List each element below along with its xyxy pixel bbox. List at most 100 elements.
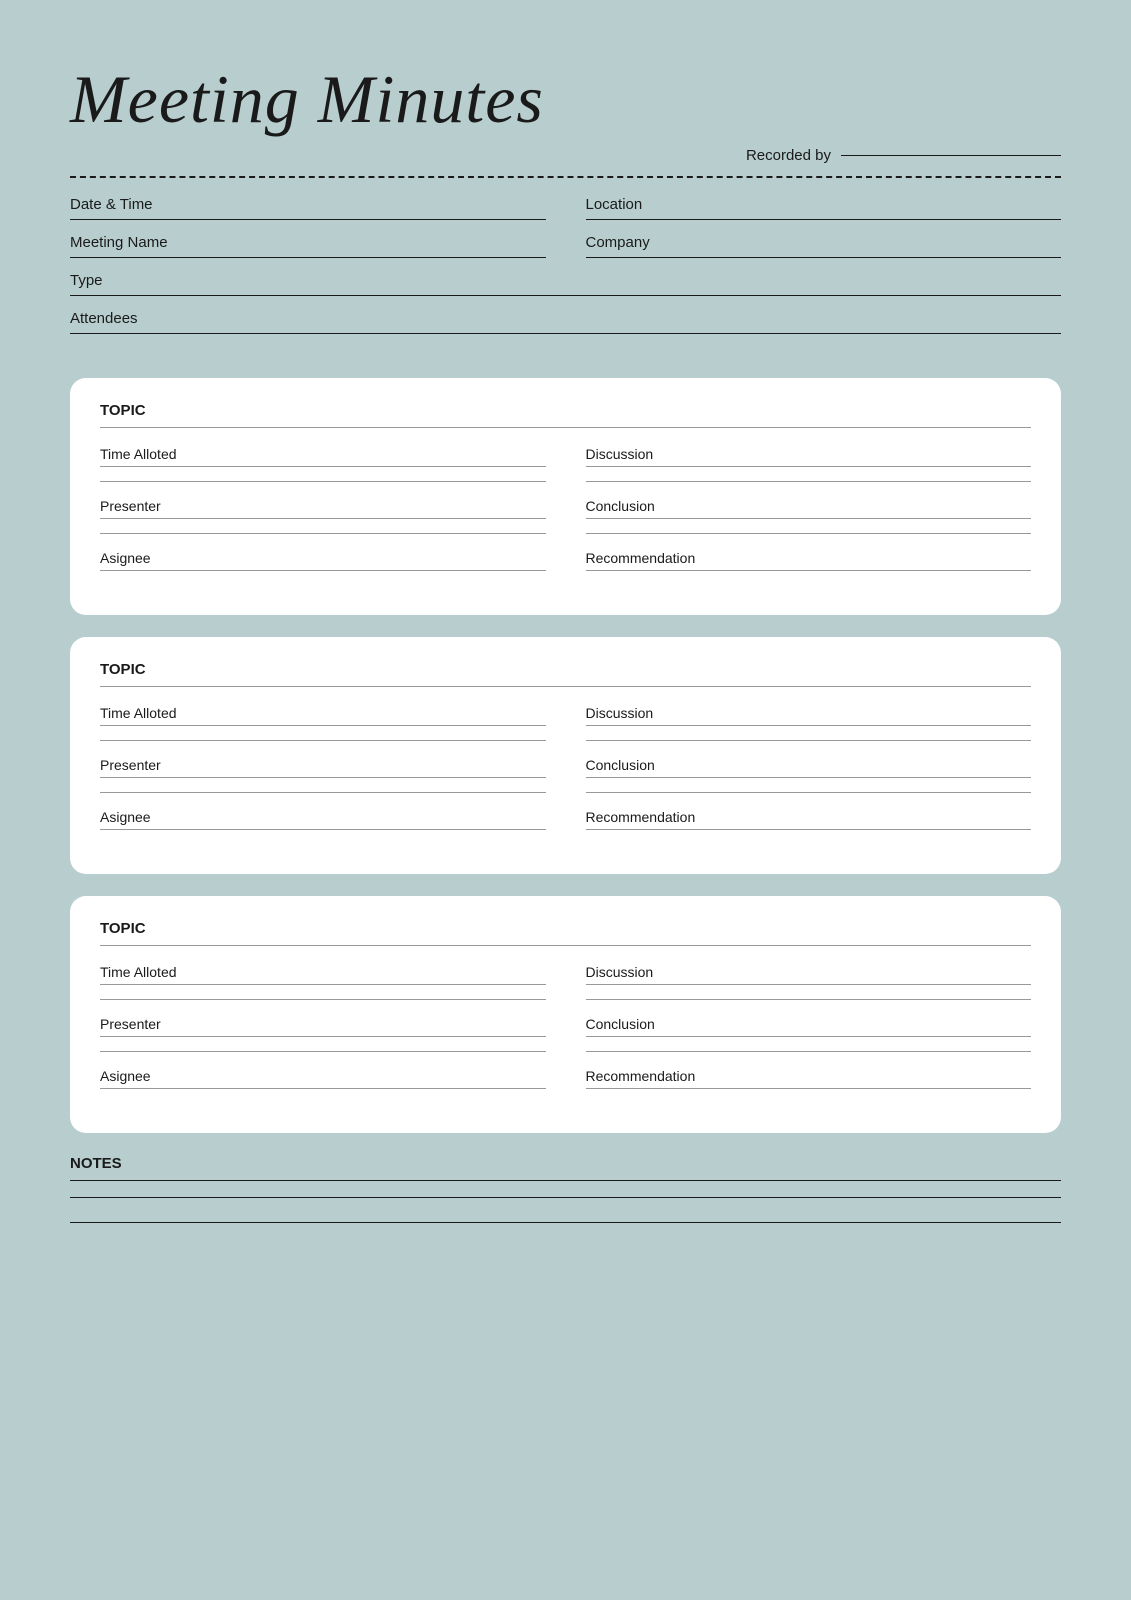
topic-3-presenter-line <box>100 1036 546 1037</box>
topic-1-time-alloted-block: Time Alloted <box>100 446 546 482</box>
topic-2-time-alloted-line <box>100 725 546 726</box>
topic-1-discussion-line <box>586 466 1032 467</box>
topic-3-presenter-label: Presenter <box>100 1016 546 1032</box>
topic-3-header: TOPIC <box>100 920 1031 946</box>
recorded-by-row: Recorded by <box>70 147 1061 164</box>
topic-3-conclusion-line <box>586 1036 1032 1037</box>
topic-2-presenter-label: Presenter <box>100 757 546 773</box>
recorded-by-line <box>841 155 1061 156</box>
meeting-name-label: Meeting Name <box>70 234 168 251</box>
topic-2-presenter-line2 <box>100 792 546 793</box>
page-title: Meeting Minutes <box>70 60 1061 139</box>
topic-1-conclusion-block: Conclusion <box>586 498 1032 534</box>
topic-3-presenter-line2 <box>100 1051 546 1052</box>
topic-3-conclusion-label: Conclusion <box>586 1016 1032 1032</box>
notes-line-1 <box>70 1197 1061 1198</box>
notes-line-2 <box>70 1222 1061 1223</box>
topic-1-left-col: Time Alloted Presenter Asignee <box>100 446 546 587</box>
header-row-3: Type <box>70 272 1061 310</box>
topic-1-discussion-line2 <box>586 481 1032 482</box>
header-row-2: Meeting Name Company <box>70 234 1061 272</box>
company-field: Company <box>586 234 1062 258</box>
topic-3-discussion-label: Discussion <box>586 964 1032 980</box>
topic-1-conclusion-line2 <box>586 533 1032 534</box>
topic-2-conclusion-line <box>586 777 1032 778</box>
topic-3-asignee-line <box>100 1088 546 1089</box>
header-row-4: Attendees <box>70 310 1061 348</box>
topic-2-conclusion-block: Conclusion <box>586 757 1032 793</box>
topic-card-3: TOPIC Time Alloted Presenter Asignee Dis… <box>70 896 1061 1133</box>
topic-2-time-alloted-label: Time Alloted <box>100 705 546 721</box>
dashed-separator <box>70 176 1061 178</box>
attendees-label: Attendees <box>70 310 138 327</box>
topic-2-presenter-block: Presenter <box>100 757 546 793</box>
topic-3-presenter-block: Presenter <box>100 1016 546 1052</box>
topic-2-recommendation-label: Recommendation <box>586 809 1032 825</box>
topic-card-1: TOPIC Time Alloted Presenter Asignee Dis… <box>70 378 1061 615</box>
meeting-name-field: Meeting Name <box>70 234 546 258</box>
topic-2-conclusion-label: Conclusion <box>586 757 1032 773</box>
topic-1-time-alloted-label: Time Alloted <box>100 446 546 462</box>
topic-2-presenter-line <box>100 777 546 778</box>
topic-3-time-alloted-block: Time Alloted <box>100 964 546 1000</box>
topic-3-time-alloted-label: Time Alloted <box>100 964 546 980</box>
topic-1-recommendation-label: Recommendation <box>586 550 1032 566</box>
topic-1-presenter-block: Presenter <box>100 498 546 534</box>
topic-3-discussion-block: Discussion <box>586 964 1032 1000</box>
topic-1-asignee-block: Asignee <box>100 550 546 571</box>
topic-2-fields: Time Alloted Presenter Asignee Discussio… <box>100 705 1031 846</box>
notes-label: NOTES <box>70 1155 1061 1181</box>
date-time-label: Date & Time <box>70 196 153 213</box>
topic-2-conclusion-line2 <box>586 792 1032 793</box>
topic-1-presenter-label: Presenter <box>100 498 546 514</box>
company-label: Company <box>586 234 650 251</box>
date-time-field: Date & Time <box>70 196 546 220</box>
header-row-1: Date & Time Location <box>70 196 1061 234</box>
topic-2-time-alloted-line2 <box>100 740 546 741</box>
type-field: Type <box>70 272 1061 296</box>
type-label: Type <box>70 272 103 289</box>
topic-1-presenter-line <box>100 518 546 519</box>
topic-2-discussion-block: Discussion <box>586 705 1032 741</box>
topic-1-asignee-label: Asignee <box>100 550 546 566</box>
notes-section: NOTES <box>70 1155 1061 1223</box>
topic-2-asignee-label: Asignee <box>100 809 546 825</box>
topic-3-recommendation-line <box>586 1088 1032 1089</box>
topic-2-discussion-label: Discussion <box>586 705 1032 721</box>
topic-3-conclusion-line2 <box>586 1051 1032 1052</box>
topic-3-time-alloted-line2 <box>100 999 546 1000</box>
topic-1-time-alloted-line2 <box>100 481 546 482</box>
recorded-by-label: Recorded by <box>746 147 831 164</box>
topic-card-2: TOPIC Time Alloted Presenter Asignee Dis… <box>70 637 1061 874</box>
topic-2-recommendation-block: Recommendation <box>586 809 1032 830</box>
topic-1-fields: Time Alloted Presenter Asignee Discussio… <box>100 446 1031 587</box>
topic-3-discussion-line <box>586 984 1032 985</box>
topic-3-recommendation-block: Recommendation <box>586 1068 1032 1089</box>
topic-1-recommendation-block: Recommendation <box>586 550 1032 571</box>
topic-2-time-alloted-block: Time Alloted <box>100 705 546 741</box>
topic-3-left-col: Time Alloted Presenter Asignee <box>100 964 546 1105</box>
topic-1-right-col: Discussion Conclusion Recommendation <box>586 446 1032 587</box>
topic-2-recommendation-line <box>586 829 1032 830</box>
topic-1-time-alloted-line <box>100 466 546 467</box>
topic-1-presenter-line2 <box>100 533 546 534</box>
topic-3-discussion-line2 <box>586 999 1032 1000</box>
location-label: Location <box>586 196 643 213</box>
topic-2-right-col: Discussion Conclusion Recommendation <box>586 705 1032 846</box>
topic-1-conclusion-line <box>586 518 1032 519</box>
topic-1-recommendation-line <box>586 570 1032 571</box>
topic-3-asignee-block: Asignee <box>100 1068 546 1089</box>
topic-2-left-col: Time Alloted Presenter Asignee <box>100 705 546 846</box>
header-fields: Date & Time Location Meeting Name Compan… <box>70 196 1061 348</box>
topic-2-discussion-line2 <box>586 740 1032 741</box>
topic-1-asignee-line <box>100 570 546 571</box>
topic-3-conclusion-block: Conclusion <box>586 1016 1032 1052</box>
topic-3-fields: Time Alloted Presenter Asignee Discussio… <box>100 964 1031 1105</box>
topic-1-header: TOPIC <box>100 402 1031 428</box>
location-field: Location <box>586 196 1062 220</box>
topic-2-discussion-line <box>586 725 1032 726</box>
topic-1-discussion-label: Discussion <box>586 446 1032 462</box>
topic-3-recommendation-label: Recommendation <box>586 1068 1032 1084</box>
topic-3-time-alloted-line <box>100 984 546 985</box>
attendees-field: Attendees <box>70 310 1061 334</box>
